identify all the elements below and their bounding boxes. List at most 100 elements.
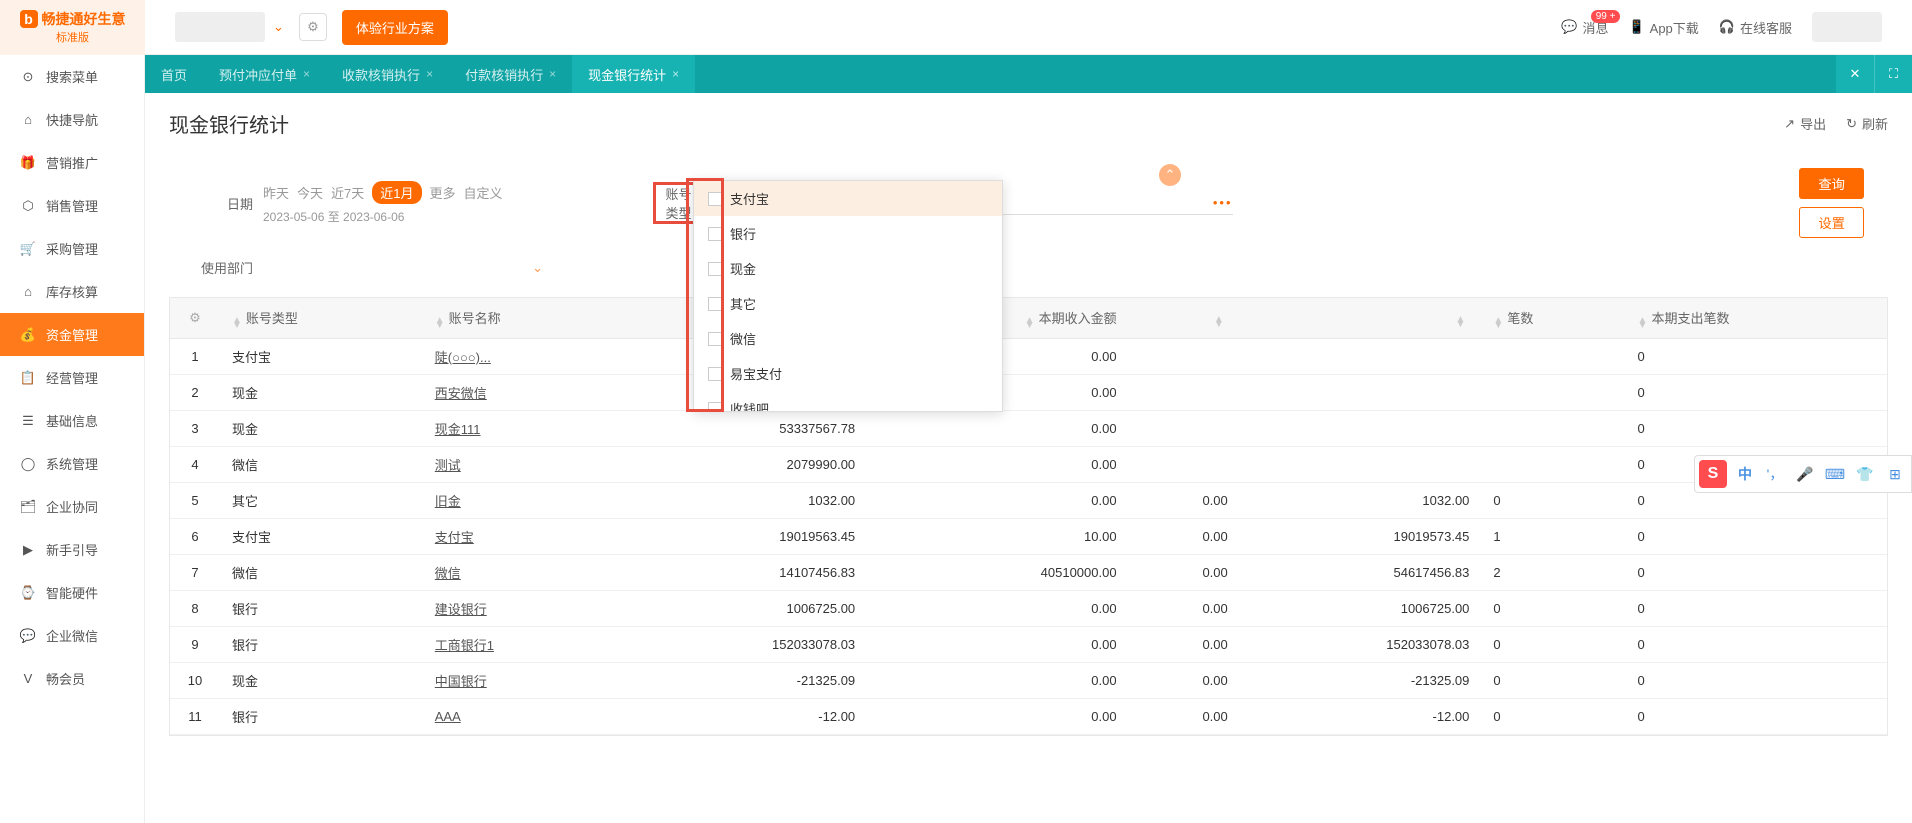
sidebar-item-12[interactable]: ⌚智能硬件 [0,571,144,614]
sort-icon[interactable]: ▲▼ [435,318,445,328]
account-name-link[interactable]: 陡(○○○)... [435,350,491,365]
sidebar-item-11[interactable]: ▶新手引导 [0,528,144,571]
checkbox[interactable] [708,192,722,206]
table-header-1[interactable]: ▲▼账号类型 [220,298,423,339]
type-option-3[interactable]: 其它 [694,286,1002,321]
account-name-link[interactable]: 中国银行 [435,674,487,689]
sidebar-item-1[interactable]: ⌂快捷导航 [0,98,144,141]
app-download-button[interactable]: 📱 App下载 [1628,18,1698,37]
table-row[interactable]: 4 微信 测试 2079990.00 0.00 0 [170,447,1887,483]
table-row[interactable]: 3 现金 现金111 53337567.78 0.00 0 [170,411,1887,447]
table-row[interactable]: 7 微信 微信 14107456.83 40510000.00 0.00 546… [170,555,1887,591]
account-more-icon[interactable]: ••• [1213,195,1233,210]
sort-icon[interactable]: ▲▼ [1025,318,1035,328]
date-pill-3[interactable]: 近1月 [372,181,421,204]
sort-icon[interactable]: ▲▼ [1214,317,1224,327]
online-service-button[interactable]: 🎧 在线客服 [1719,18,1792,37]
checkbox[interactable] [708,262,722,276]
account-name-link[interactable]: 西安微信 [435,386,487,401]
sidebar-item-14[interactable]: V畅会员 [0,657,144,700]
table-row[interactable]: 1 支付宝 陡(○○○)... -10000.00 0.00 0 [170,339,1887,375]
account-name-link[interactable]: 支付宝 [435,530,474,545]
export-button[interactable]: ↗导出 [1784,114,1826,133]
ime-keyboard-icon[interactable]: ⌨ [1823,462,1847,486]
checkbox[interactable] [708,402,722,412]
table-row[interactable]: 8 银行 建设银行 1006725.00 0.00 0.00 1006725.0… [170,591,1887,627]
tab-close-icon[interactable]: × [303,67,310,81]
ime-mic-icon[interactable]: 🎤 [1793,462,1817,486]
date-pill-0[interactable]: 昨天 [263,183,289,202]
account-name-link[interactable]: 旧金 [435,494,461,509]
sort-icon[interactable]: ▲▼ [1493,318,1503,328]
account-name-link[interactable]: 测试 [435,458,461,473]
table-row[interactable]: 5 其它 旧金 1032.00 0.00 0.00 1032.00 0 0 [170,483,1887,519]
sort-icon[interactable]: ▲▼ [1456,317,1466,327]
sidebar-item-7[interactable]: 📋经营管理 [0,356,144,399]
company-dropdown[interactable]: ⌄ [175,12,284,42]
tabs-close-button[interactable]: ✕ [1836,55,1874,93]
type-option-1[interactable]: 银行 [694,216,1002,251]
ime-lang-label[interactable]: 中 [1733,462,1757,486]
table-header-7[interactable]: ▲▼笔数 [1481,298,1625,339]
department-dropdown[interactable]: ⌄ [263,260,543,276]
sidebar-item-0[interactable]: ⊙搜索菜单 [0,55,144,98]
experience-button[interactable]: 体验行业方案 [342,10,448,45]
filter-collapse-button[interactable]: ⌃ [1159,164,1181,186]
sidebar-item-10[interactable]: 🗂企业协同 [0,485,144,528]
account-name-link[interactable]: 工商银行1 [435,638,494,653]
date-pill-1[interactable]: 今天 [297,183,323,202]
filter-settings-button[interactable]: 设置 [1799,207,1864,238]
user-avatar[interactable] [1812,12,1882,42]
date-pill-2[interactable]: 近7天 [331,183,364,202]
tab-close-icon[interactable]: × [426,67,433,81]
sidebar-item-2[interactable]: 🎁营销推广 [0,141,144,184]
tab-close-icon[interactable]: × [672,67,679,81]
tab-0[interactable]: 首页 [145,55,203,93]
account-name-link[interactable]: 现金111 [435,422,481,437]
table-header-8[interactable]: ▲▼本期支出笔数 [1626,298,1887,339]
sort-icon[interactable]: ▲▼ [232,318,242,328]
account-name-link[interactable]: 微信 [435,566,461,581]
sidebar-item-13[interactable]: 💬企业微信 [0,614,144,657]
table-row[interactable]: 2 现金 西安微信 -40990.00 0.00 0 [170,375,1887,411]
date-pill-4[interactable]: 更多 [430,183,456,202]
sidebar-item-8[interactable]: ☰基础信息 [0,399,144,442]
ime-skin-icon[interactable]: 👕 [1853,462,1877,486]
table-header-5[interactable]: ▲▼ [1129,298,1240,339]
tab-close-icon[interactable]: × [549,67,556,81]
settings-gear-button[interactable]: ⚙ [299,13,327,41]
checkbox[interactable] [708,367,722,381]
table-row[interactable]: 6 支付宝 支付宝 19019563.45 10.00 0.00 1901957… [170,519,1887,555]
ime-punct-icon[interactable]: '， [1763,462,1787,486]
checkbox[interactable] [708,297,722,311]
type-option-5[interactable]: 易宝支付 [694,356,1002,391]
tab-1[interactable]: 预付冲应付单× [203,55,326,93]
ime-toolbox-icon[interactable]: ⊞ [1883,462,1907,486]
table-row[interactable]: 9 银行 工商银行1 152033078.03 0.00 0.00 152033… [170,627,1887,663]
type-option-0[interactable]: 支付宝 [694,181,1002,216]
messages-button[interactable]: 💬 消息 99 + [1561,18,1608,37]
tabs-expand-button[interactable]: ⛶ [1874,55,1912,93]
account-name-link[interactable]: AAA [435,709,461,724]
table-row[interactable]: 10 现金 中国银行 -21325.09 0.00 0.00 -21325.09… [170,663,1887,699]
sidebar-item-4[interactable]: 🛒采购管理 [0,227,144,270]
sidebar-item-3[interactable]: ⬡销售管理 [0,184,144,227]
tab-3[interactable]: 付款核销执行× [449,55,572,93]
table-header-2[interactable]: ▲▼账号名称 [423,298,626,339]
sidebar-item-9[interactable]: ◯系统管理 [0,442,144,485]
sort-icon[interactable]: ▲▼ [1638,318,1648,328]
type-option-4[interactable]: 微信 [694,321,1002,356]
table-header-6[interactable]: ▲▼ [1240,298,1482,339]
checkbox[interactable] [708,227,722,241]
account-name-link[interactable]: 建设银行 [435,602,487,617]
tab-2[interactable]: 收款核销执行× [326,55,449,93]
table-row[interactable]: 11 银行 AAA -12.00 0.00 0.00 -12.00 0 0 [170,699,1887,735]
checkbox[interactable] [708,332,722,346]
refresh-button[interactable]: ↻刷新 [1846,114,1888,133]
type-option-2[interactable]: 现金 [694,251,1002,286]
table-header-0[interactable]: ⚙ [170,298,220,339]
query-button[interactable]: 查询 [1799,168,1864,199]
ime-toolbar[interactable]: S 中 '， 🎤 ⌨ 👕 ⊞ [1694,455,1912,493]
account-type-dropdown[interactable]: 支付宝银行现金其它微信易宝支付收钱吧长沙银行 [693,180,1003,412]
type-option-6[interactable]: 收钱吧 [694,391,1002,411]
